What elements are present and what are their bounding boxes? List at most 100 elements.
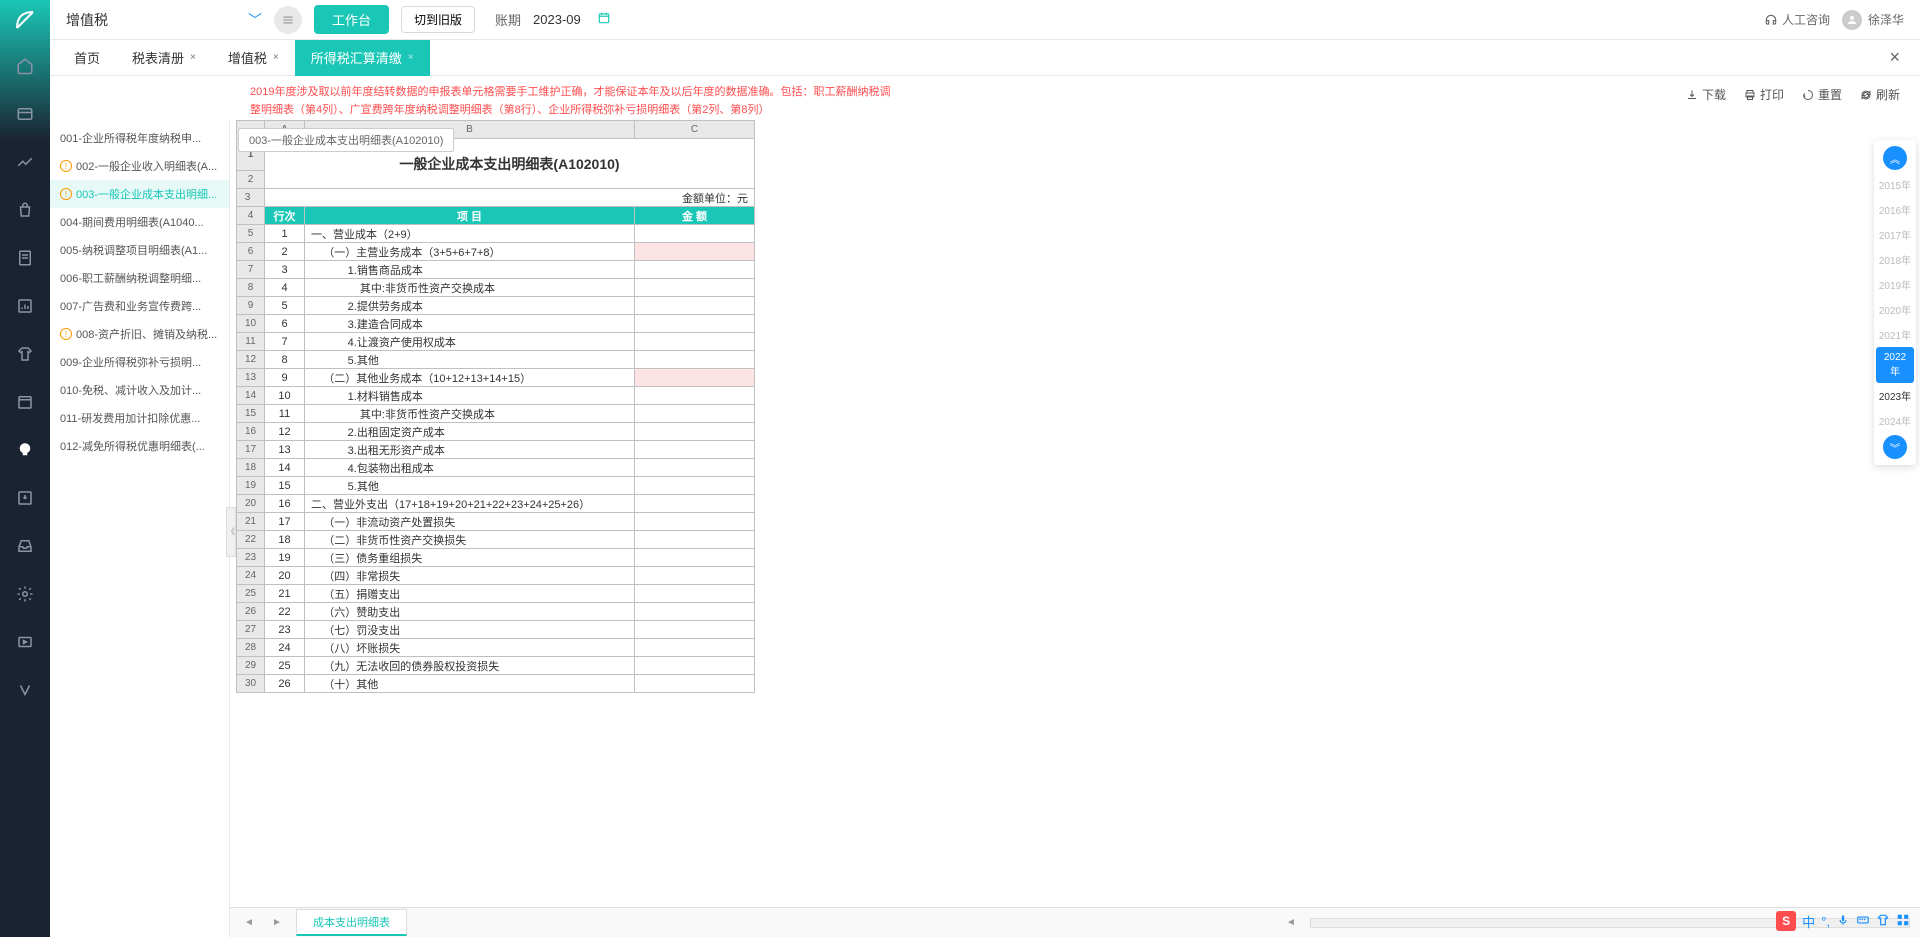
- row-header[interactable]: 16: [237, 423, 265, 441]
- form-list-item[interactable]: 006-职工薪酬纳税调整明细...: [50, 264, 229, 292]
- cell-item[interactable]: （九）无法收回的债券股权投资损失: [305, 657, 635, 675]
- cell-rownum[interactable]: 24: [265, 639, 305, 657]
- user-info[interactable]: 徐泽华: [1842, 10, 1904, 30]
- row-header[interactable]: 27: [237, 621, 265, 639]
- row-header[interactable]: 13: [237, 369, 265, 387]
- cell-rownum[interactable]: 9: [265, 369, 305, 387]
- cell-amount[interactable]: [635, 261, 755, 279]
- cell-rownum[interactable]: 20: [265, 567, 305, 585]
- cell-amount[interactable]: [635, 405, 755, 423]
- collapse-handle[interactable]: 《: [226, 507, 236, 557]
- cell-item[interactable]: 一、营业成本（2+9）: [305, 225, 635, 243]
- row-header[interactable]: 10: [237, 315, 265, 333]
- cell-rownum[interactable]: 21: [265, 585, 305, 603]
- cell-rownum[interactable]: 5: [265, 297, 305, 315]
- nav-chart-icon[interactable]: [5, 148, 45, 176]
- form-list-item[interactable]: 011-研发费用加计扣除优惠...: [50, 404, 229, 432]
- row-header[interactable]: 25: [237, 585, 265, 603]
- cell-item[interactable]: （一）非流动资产处置损失: [305, 513, 635, 531]
- cell-amount[interactable]: [635, 333, 755, 351]
- cell-amount[interactable]: [635, 315, 755, 333]
- cell-amount[interactable]: [635, 387, 755, 405]
- cell-item[interactable]: （八）坏账损失: [305, 639, 635, 657]
- row-header[interactable]: 24: [237, 567, 265, 585]
- nav-video-icon[interactable]: [5, 628, 45, 656]
- cell-item[interactable]: （六）赞助支出: [305, 603, 635, 621]
- cell-rownum[interactable]: 19: [265, 549, 305, 567]
- ime-mic-icon[interactable]: [1836, 913, 1850, 930]
- sheet-nav-next[interactable]: ►: [268, 914, 286, 932]
- sheet-nav-prev[interactable]: ◄: [240, 914, 258, 932]
- old-version-button[interactable]: 切到旧版: [401, 6, 475, 33]
- year-item[interactable]: 2022年: [1876, 347, 1914, 383]
- cell-rownum[interactable]: 8: [265, 351, 305, 369]
- cell-rownum[interactable]: 18: [265, 531, 305, 549]
- cell-rownum[interactable]: 22: [265, 603, 305, 621]
- nav-export-icon[interactable]: [5, 484, 45, 512]
- row-header[interactable]: 22: [237, 531, 265, 549]
- row-header[interactable]: 5: [237, 225, 265, 243]
- cell-amount[interactable]: [635, 369, 755, 387]
- cell-rownum[interactable]: 15: [265, 477, 305, 495]
- row-header[interactable]: 4: [237, 207, 265, 225]
- form-list-item[interactable]: 004-期间费用明细表(A1040...: [50, 208, 229, 236]
- row-header[interactable]: 8: [237, 279, 265, 297]
- cell-amount[interactable]: [635, 495, 755, 513]
- year-nav-down[interactable]: ︾: [1883, 435, 1907, 459]
- nav-card-icon[interactable]: [5, 100, 45, 128]
- cell-item[interactable]: 5.其他: [305, 351, 635, 369]
- cell-item[interactable]: （五）捐赠支出: [305, 585, 635, 603]
- row-header[interactable]: 18: [237, 459, 265, 477]
- ime-punct-icon[interactable]: °,: [1821, 914, 1830, 929]
- cell-item[interactable]: （二）非货币性资产交换损失: [305, 531, 635, 549]
- cell-item[interactable]: （一）主营业务成本（3+5+6+7+8）: [305, 243, 635, 261]
- year-item[interactable]: 2023年: [1874, 383, 1916, 408]
- row-header[interactable]: 21: [237, 513, 265, 531]
- row-header[interactable]: 19: [237, 477, 265, 495]
- row-header[interactable]: 28: [237, 639, 265, 657]
- form-list-item[interactable]: !008-资产折旧、摊销及纳税...: [50, 320, 229, 348]
- row-header[interactable]: 23: [237, 549, 265, 567]
- tab-2[interactable]: 增值税×: [212, 40, 295, 76]
- row-header[interactable]: 29: [237, 657, 265, 675]
- cell-rownum[interactable]: 16: [265, 495, 305, 513]
- period-value[interactable]: 2023-09: [533, 12, 581, 27]
- consult-link[interactable]: 人工咨询: [1764, 11, 1830, 28]
- cell-amount[interactable]: [635, 639, 755, 657]
- nav-doc-icon[interactable]: [5, 244, 45, 272]
- cell-item[interactable]: 3.建造合同成本: [305, 315, 635, 333]
- cell-amount[interactable]: [635, 585, 755, 603]
- form-list-item[interactable]: !003-一般企业成本支出明细...: [50, 180, 229, 208]
- cell-item[interactable]: 5.其他: [305, 477, 635, 495]
- row-header[interactable]: 15: [237, 405, 265, 423]
- row-header[interactable]: 7: [237, 261, 265, 279]
- cell-rownum[interactable]: 3: [265, 261, 305, 279]
- nav-tax-icon[interactable]: [5, 436, 45, 464]
- row-header[interactable]: 3: [237, 189, 265, 207]
- cell-item[interactable]: 4.让渡资产使用权成本: [305, 333, 635, 351]
- cell-amount[interactable]: [635, 297, 755, 315]
- row-header[interactable]: 6: [237, 243, 265, 261]
- cell-item[interactable]: （四）非常损失: [305, 567, 635, 585]
- row-header[interactable]: 17: [237, 441, 265, 459]
- cell-amount[interactable]: [635, 477, 755, 495]
- nav-bag-icon[interactable]: [5, 196, 45, 224]
- cell-item[interactable]: 1.材料销售成本: [305, 387, 635, 405]
- company-dropdown[interactable]: 增值税 ﹀: [66, 10, 262, 30]
- cell-item[interactable]: 2.出租固定资产成本: [305, 423, 635, 441]
- cell-rownum[interactable]: 4: [265, 279, 305, 297]
- cell-amount[interactable]: [635, 459, 755, 477]
- cell-rownum[interactable]: 25: [265, 657, 305, 675]
- cell-item[interactable]: 3.出租无形资产成本: [305, 441, 635, 459]
- form-list-item[interactable]: 010-免税、减计收入及加计...: [50, 376, 229, 404]
- form-list-item[interactable]: 001-企业所得税年度纳税申...: [50, 124, 229, 152]
- cell-item[interactable]: （十）其他: [305, 675, 635, 693]
- nav-inbox-icon[interactable]: [5, 532, 45, 560]
- cell-amount[interactable]: [635, 549, 755, 567]
- cell-amount[interactable]: [635, 225, 755, 243]
- cell-item[interactable]: 二、营业外支出（17+18+19+20+21+22+23+24+25+26）: [305, 495, 635, 513]
- ime-keyboard-icon[interactable]: [1856, 913, 1870, 930]
- workspace-button[interactable]: 工作台: [314, 5, 389, 34]
- row-header[interactable]: 2: [237, 171, 265, 189]
- tab-1[interactable]: 税表清册×: [116, 40, 212, 76]
